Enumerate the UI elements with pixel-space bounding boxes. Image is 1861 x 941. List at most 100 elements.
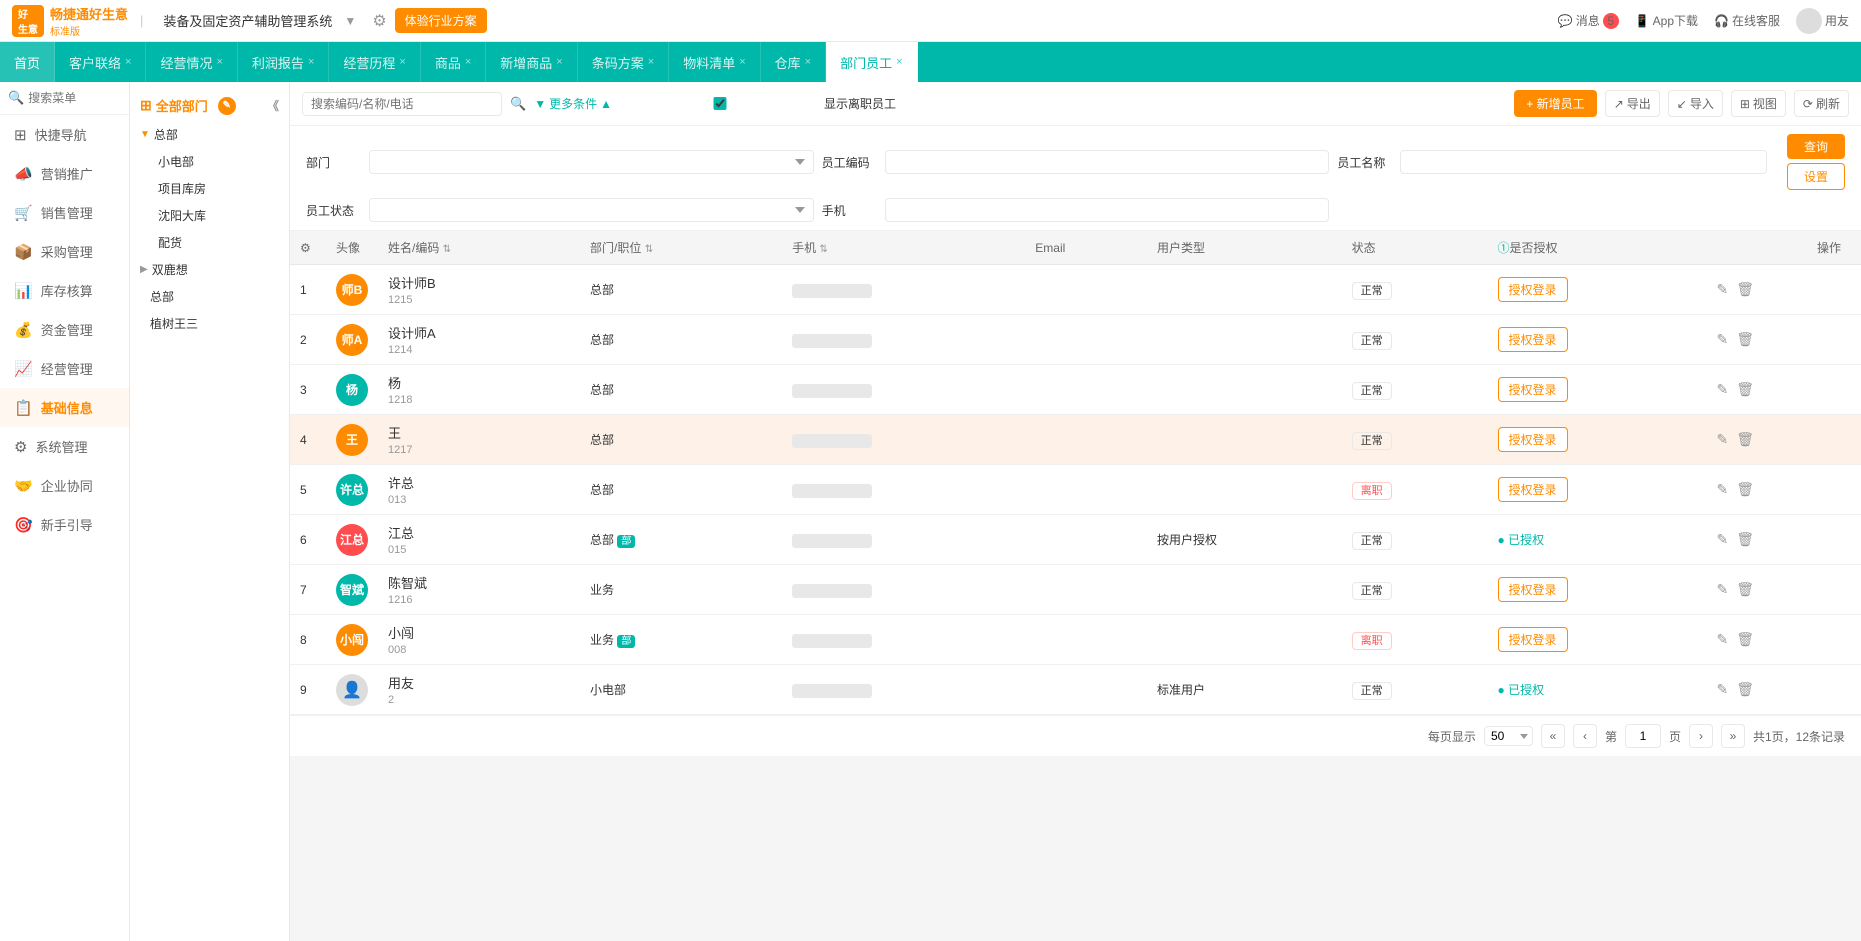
page-size-select[interactable]: 50 100 200 (1484, 726, 1533, 746)
tab-add-goods[interactable]: 新增商品 × (486, 42, 577, 82)
sidebar-item-purchase[interactable]: 📦 采购管理 (0, 232, 129, 271)
close-icon[interactable]: × (739, 56, 745, 68)
experience-button[interactable]: 体验行业方案 (395, 8, 487, 33)
sidebar-item-marketing[interactable]: 📣 营销推广 (0, 154, 129, 193)
dept-group-shuanglu[interactable]: ▶ 双鹿想 (130, 256, 289, 283)
delete-button[interactable]: 🗑 (1736, 631, 1754, 648)
delete-button[interactable]: 🗑 (1736, 681, 1754, 698)
auth-button[interactable]: 授权登录 (1498, 277, 1568, 302)
auth-button[interactable]: 授权登录 (1498, 477, 1568, 502)
add-employee-button[interactable]: + 新增员工 (1514, 90, 1596, 117)
page-number-input[interactable] (1625, 724, 1661, 748)
delete-button[interactable]: 🗑 (1736, 281, 1754, 298)
dept-item-xiangmukufang[interactable]: 项目库房 (130, 175, 289, 202)
delete-button[interactable]: 🗑 (1736, 581, 1754, 598)
empname-filter-input[interactable] (1400, 150, 1767, 174)
delete-button[interactable]: 🗑 (1736, 431, 1754, 448)
close-icon[interactable]: × (308, 56, 314, 68)
close-icon[interactable]: × (125, 56, 131, 68)
search-icon[interactable]: 🔍 (510, 96, 526, 112)
sidebar-item-basic[interactable]: 📋 基础信息 (0, 388, 129, 427)
view-button[interactable]: ⊞ 视图 (1731, 90, 1786, 117)
dept-item-shenyangdaku[interactable]: 沈阳大库 (130, 202, 289, 229)
edit-button[interactable]: ✎ (1716, 281, 1728, 298)
dept-item-xiaodibu[interactable]: 小电部 (130, 148, 289, 175)
auth-button[interactable]: 授权登录 (1498, 627, 1568, 652)
close-icon[interactable]: × (399, 56, 405, 68)
online-service[interactable]: 🎧 在线客服 (1714, 12, 1780, 29)
dept-collapse-btn[interactable]: 《 (267, 97, 279, 114)
sidebar-item-shortcut[interactable]: ⊞ 快捷导航 (0, 115, 129, 154)
sidebar-item-inventory[interactable]: 📊 库存核算 (0, 271, 129, 310)
dept-item-zonbu2[interactable]: 总部 (130, 283, 289, 310)
tab-profit[interactable]: 利润报告 × (238, 42, 329, 82)
delete-button[interactable]: 🗑 (1736, 531, 1754, 548)
delete-button[interactable]: 🗑 (1736, 381, 1754, 398)
close-icon[interactable]: × (216, 56, 222, 68)
tab-employees[interactable]: 部门员工 × (826, 42, 917, 82)
prev-page-button[interactable]: ‹ (1573, 724, 1597, 748)
sidebar-item-system[interactable]: ⚙ 系统管理 (0, 427, 129, 466)
close-icon[interactable]: × (896, 56, 902, 68)
print-button[interactable]: ⟳ 刷新 (1794, 90, 1849, 117)
app-download[interactable]: 📱 App下载 (1635, 12, 1698, 29)
sidebar-item-operation[interactable]: 📈 经营管理 (0, 349, 129, 388)
next-page-button[interactable]: › (1689, 724, 1713, 748)
auth-button[interactable]: 授权登录 (1498, 577, 1568, 602)
auth-button[interactable]: 授权登录 (1498, 427, 1568, 452)
more-conditions-button[interactable]: ▼ 更多条件 ▲ (534, 95, 612, 112)
tab-history[interactable]: 经营历程 × (329, 42, 420, 82)
first-page-button[interactable]: « (1541, 724, 1565, 748)
tab-warehouse[interactable]: 仓库 × (761, 42, 826, 82)
show-resigned-checkbox[interactable] (620, 97, 820, 110)
tab-barcode[interactable]: 条码方案 × (578, 42, 669, 82)
tab-operation[interactable]: 经营情况 × (146, 42, 237, 82)
edit-button[interactable]: ✎ (1716, 631, 1728, 648)
user-area[interactable]: 用友 (1796, 8, 1849, 34)
settings-col-icon[interactable]: ⚙ (300, 241, 311, 255)
close-icon[interactable]: × (556, 56, 562, 68)
edit-button[interactable]: ✎ (1716, 431, 1728, 448)
edit-button[interactable]: ✎ (1716, 481, 1728, 498)
phone-filter-input[interactable] (885, 198, 1330, 222)
auth-button[interactable]: 授权登录 (1498, 327, 1568, 352)
dept-item-zhishu[interactable]: 植树王三 (130, 310, 289, 337)
set-button[interactable]: 设置 (1787, 163, 1845, 190)
sidebar-item-collab[interactable]: 🤝 企业协同 (0, 466, 129, 505)
status-filter-select[interactable]: 正常 离职 (369, 198, 814, 222)
import-button[interactable]: ↙ 导入 (1668, 90, 1723, 117)
sidebar-item-guide[interactable]: 🎯 新手引导 (0, 505, 129, 544)
edit-button[interactable]: ✎ (1716, 681, 1728, 698)
edit-button[interactable]: ✎ (1716, 581, 1728, 598)
delete-button[interactable]: 🗑 (1736, 331, 1754, 348)
edit-button[interactable]: ✎ (1716, 331, 1728, 348)
sidebar-item-finance[interactable]: 💰 资金管理 (0, 310, 129, 349)
tab-goods[interactable]: 商品 × (421, 42, 486, 82)
tab-home[interactable]: 首页 (0, 42, 55, 82)
auth-button[interactable]: 授权登录 (1498, 377, 1568, 402)
query-button[interactable]: 查询 (1787, 134, 1845, 159)
th-dept[interactable]: 部门/职位 ⇅ (580, 231, 782, 265)
dept-edit-icon[interactable]: ✎ (218, 97, 236, 115)
search-input[interactable] (302, 92, 502, 116)
left-nav-search-input[interactable] (28, 91, 121, 105)
tab-customer[interactable]: 客户联络 × (55, 42, 146, 82)
close-icon[interactable]: × (465, 56, 471, 68)
empcode-filter-input[interactable] (885, 150, 1330, 174)
dept-item-peihuo[interactable]: 配货 (130, 229, 289, 256)
close-icon[interactable]: × (805, 56, 811, 68)
dept-filter-select[interactable]: 总部 小电部 业务 (369, 150, 814, 174)
dropdown-arrow[interactable]: ▼ (344, 14, 356, 28)
th-name[interactable]: 姓名/编码 ⇅ (378, 231, 580, 265)
close-icon[interactable]: × (648, 56, 654, 68)
last-page-button[interactable]: » (1721, 724, 1745, 748)
dept-group-zonbu[interactable]: ▼ 总部 (130, 121, 289, 148)
tab-bom[interactable]: 物料清单 × (669, 42, 760, 82)
export-button[interactable]: ↗ 导出 (1605, 90, 1660, 117)
show-resigned-label[interactable]: 显示离职员工 (620, 95, 896, 112)
settings-icon[interactable]: ⚙ (372, 11, 386, 31)
delete-button[interactable]: 🗑 (1736, 481, 1754, 498)
edit-button[interactable]: ✎ (1716, 381, 1728, 398)
edit-button[interactable]: ✎ (1716, 531, 1728, 548)
th-phone[interactable]: 手机 ⇅ (782, 231, 1025, 265)
